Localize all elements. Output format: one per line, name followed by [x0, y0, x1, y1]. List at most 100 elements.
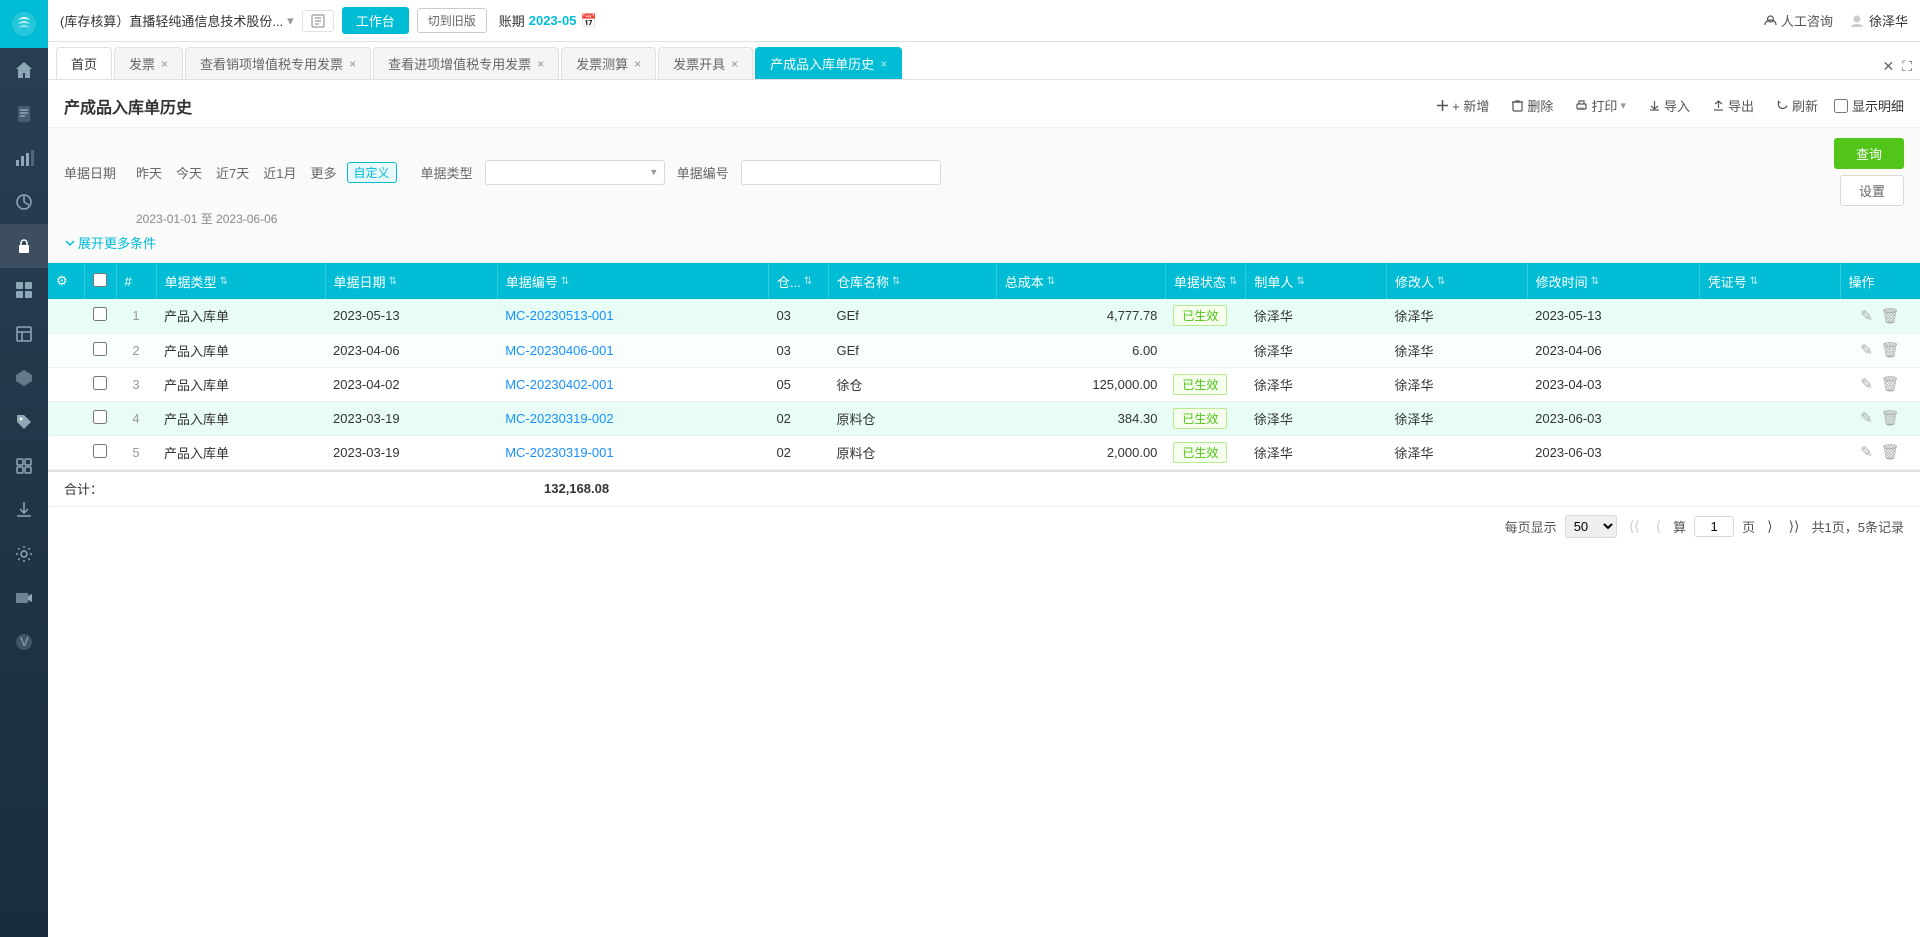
row-delete-icon-3[interactable]: 🗑 [1881, 375, 1900, 393]
custom-date-button[interactable]: 自定义 [347, 162, 397, 183]
sidebar-item-grid[interactable] [0, 268, 48, 312]
tab-close-all-button[interactable]: ✕ [1882, 58, 1894, 75]
shortcut-yesterday[interactable]: 昨天 [132, 161, 166, 184]
tab-close-product-stock[interactable]: × [880, 57, 887, 71]
company-name[interactable]: (库存核算）直播轻纯通信息技术股份... ▾ [60, 11, 294, 30]
sidebar-item-report[interactable] [0, 312, 48, 356]
row-number-1[interactable]: MC-20230513-001 [497, 299, 768, 333]
row-number-link-3[interactable]: MC-20230402-001 [505, 377, 613, 392]
row-checkbox-1[interactable] [93, 307, 107, 321]
row-checkbox-2[interactable] [93, 342, 107, 356]
tab-view-purchase-vat[interactable]: 查看进项增值税专用发票 × [373, 47, 559, 79]
switch-version-button[interactable]: 切到旧版 [417, 8, 487, 33]
row-settings-3[interactable] [48, 367, 84, 401]
col-modify-time-header[interactable]: 修改时间⇅ [1527, 263, 1699, 299]
row-delete-icon-4[interactable]: 🗑 [1881, 409, 1900, 427]
app-logo[interactable] [0, 0, 48, 48]
col-type-header[interactable]: 单据类型⇅ [156, 263, 325, 299]
sidebar-item-document[interactable] [0, 92, 48, 136]
row-settings-1[interactable] [48, 299, 84, 333]
shortcut-today[interactable]: 今天 [172, 161, 206, 184]
row-number-4[interactable]: MC-20230319-002 [497, 401, 768, 435]
row-number-2[interactable]: MC-20230406-001 [497, 333, 768, 367]
expand-more-btn[interactable]: 展开更多条件 [64, 233, 1904, 252]
type-select[interactable]: 产品入库单 [485, 160, 665, 185]
col-date-header[interactable]: 单据日期⇅ [325, 263, 497, 299]
col-voucher-header[interactable]: 凭证号⇅ [1699, 263, 1840, 299]
row-settings-5[interactable] [48, 435, 84, 469]
set-button[interactable]: 设置 [1840, 175, 1904, 206]
tab-close-purchase-vat[interactable]: × [537, 57, 544, 71]
row-check-1[interactable] [84, 299, 116, 333]
row-checkbox-3[interactable] [93, 376, 107, 390]
row-number-link-2[interactable]: MC-20230406-001 [505, 343, 613, 358]
sidebar-item-version[interactable]: V [0, 620, 48, 664]
sidebar-item-puzzle[interactable] [0, 444, 48, 488]
sidebar-item-settings[interactable] [0, 532, 48, 576]
user-service[interactable]: 人工咨询 [1763, 11, 1833, 30]
next-page-btn[interactable]: ⟩ [1763, 516, 1776, 537]
row-number-3[interactable]: MC-20230402-001 [497, 367, 768, 401]
row-edit-icon-4[interactable]: ✎ [1860, 409, 1873, 427]
col-number-header[interactable]: 单据编号⇅ [497, 263, 768, 299]
shortcut-more[interactable]: 更多 [307, 161, 341, 184]
col-modifier-header[interactable]: 修改人⇅ [1386, 263, 1527, 299]
row-edit-icon-3[interactable]: ✎ [1860, 375, 1873, 393]
workbench-button[interactable]: 工作台 [342, 7, 409, 34]
row-settings-2[interactable] [48, 333, 84, 367]
tab-product-stock-history[interactable]: 产成品入库单历史 × [755, 47, 902, 79]
row-settings-4[interactable] [48, 401, 84, 435]
row-check-4[interactable] [84, 401, 116, 435]
shortcut-7days[interactable]: 近7天 [212, 161, 253, 184]
row-delete-icon-5[interactable]: 🗑 [1881, 443, 1900, 461]
row-delete-icon-1[interactable]: 🗑 [1881, 307, 1900, 325]
new-button[interactable]: + 新增 [1430, 92, 1495, 119]
row-check-2[interactable] [84, 333, 116, 367]
shortcut-1month[interactable]: 近1月 [259, 161, 300, 184]
row-number-link-1[interactable]: MC-20230513-001 [505, 308, 613, 323]
print-button[interactable]: 打印 ▾ [1569, 92, 1632, 119]
tab-close-invoice-calc[interactable]: × [634, 57, 641, 71]
tab-home[interactable]: 首页 [56, 47, 112, 79]
tab-view-sales-vat[interactable]: 查看销项增值税专用发票 × [185, 47, 371, 79]
col-warehouse-name-header[interactable]: 仓库名称⇅ [828, 263, 996, 299]
row-delete-icon-2[interactable]: 🗑 [1881, 341, 1900, 359]
tab-invoice[interactable]: 发票 × [114, 47, 183, 79]
sidebar-item-download[interactable] [0, 488, 48, 532]
per-page-select[interactable]: 50 100 200 [1565, 515, 1617, 538]
import-button[interactable]: 导入 [1642, 92, 1696, 119]
row-check-5[interactable] [84, 435, 116, 469]
tab-close-sales-vat[interactable]: × [349, 57, 356, 71]
company-dropdown-icon[interactable]: ▾ [287, 13, 294, 29]
first-page-btn[interactable]: ⟨⟨ [1625, 516, 1644, 537]
show-detail-input[interactable] [1834, 99, 1848, 113]
row-edit-icon-2[interactable]: ✎ [1860, 341, 1873, 359]
calendar-icon[interactable]: 📅 [580, 13, 596, 29]
col-settings[interactable]: ⚙ [48, 263, 84, 299]
delete-button[interactable]: 删除 [1505, 92, 1559, 119]
row-checkbox-5[interactable] [93, 444, 107, 458]
tab-invoice-issue[interactable]: 发票开具 × [658, 47, 753, 79]
tab-expand-button[interactable]: ⛶ [1902, 58, 1912, 75]
sidebar-item-analysis[interactable] [0, 180, 48, 224]
sidebar-item-chart[interactable] [0, 136, 48, 180]
tab-close-invoice-issue[interactable]: × [731, 57, 738, 71]
col-check[interactable] [84, 263, 116, 299]
sidebar-item-video[interactable] [0, 576, 48, 620]
col-status-header[interactable]: 单据状态⇅ [1165, 263, 1245, 299]
sidebar-item-home[interactable] [0, 48, 48, 92]
print-dropdown-icon[interactable]: ▾ [1620, 99, 1626, 112]
row-number-5[interactable]: MC-20230319-001 [497, 435, 768, 469]
export-button[interactable]: 导出 [1706, 92, 1760, 119]
row-checkbox-4[interactable] [93, 410, 107, 424]
topbar-doc-button[interactable] [302, 10, 334, 32]
col-warehouse-code-header[interactable]: 仓...⇅ [768, 263, 828, 299]
row-check-3[interactable] [84, 367, 116, 401]
row-edit-icon-1[interactable]: ✎ [1860, 307, 1873, 325]
col-creator-header[interactable]: 制单人⇅ [1246, 263, 1387, 299]
query-button[interactable]: 查询 [1834, 138, 1904, 169]
tab-close-invoice[interactable]: × [161, 57, 168, 71]
number-input[interactable] [741, 160, 941, 185]
row-number-link-4[interactable]: MC-20230319-002 [505, 411, 613, 426]
col-total-cost-header[interactable]: 总成本⇅ [996, 263, 1165, 299]
